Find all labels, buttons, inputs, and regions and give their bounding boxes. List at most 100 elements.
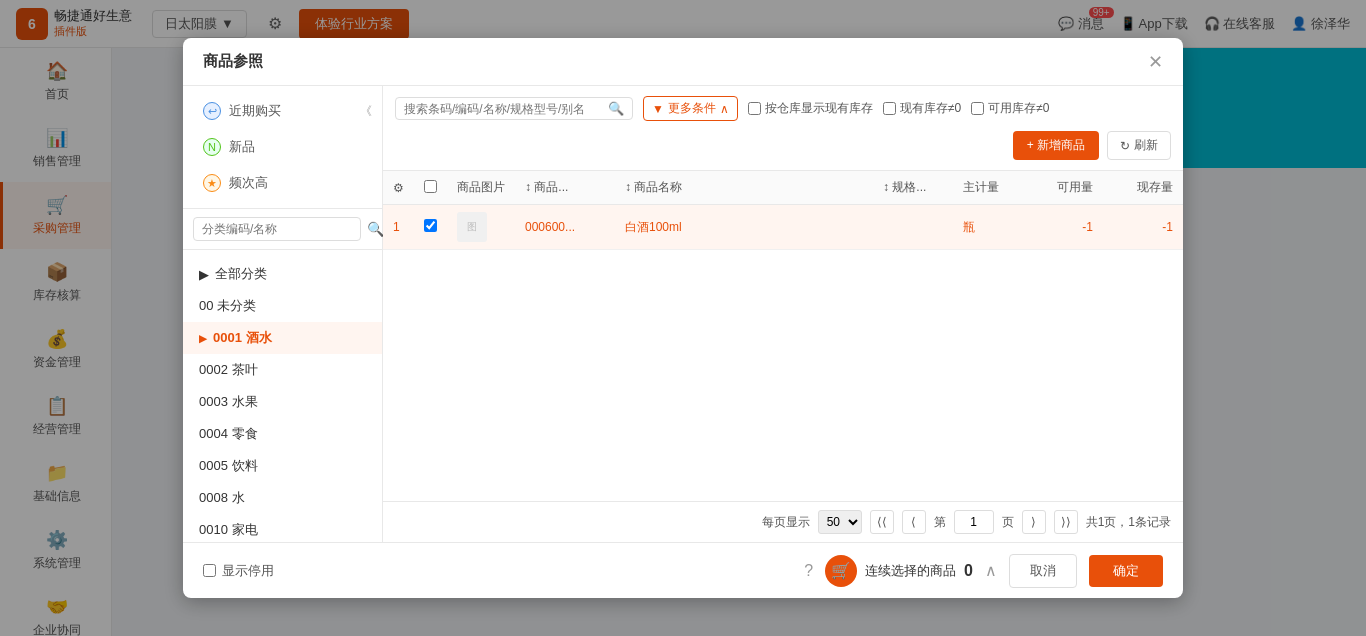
row-checkbox[interactable] bbox=[424, 219, 437, 232]
row-checkbox-cell bbox=[414, 205, 447, 250]
category-label: 0005 饮料 bbox=[199, 457, 258, 475]
page-number-input[interactable] bbox=[954, 510, 994, 534]
quick-item-recent[interactable]: ↩ 近期购买 bbox=[193, 96, 291, 126]
quick-item-frequent[interactable]: ★ 频次高 bbox=[193, 168, 372, 198]
toolbar-right: + 新增商品 ↻ 刷新 bbox=[1013, 131, 1171, 160]
product-search-bar: 🔍 bbox=[395, 97, 633, 120]
page-label-end: 页 bbox=[1002, 514, 1014, 531]
category-item-00[interactable]: 00 未分类 bbox=[183, 290, 382, 322]
more-filter-button[interactable]: ▼ 更多条件 ∧ bbox=[643, 96, 738, 121]
cancel-button[interactable]: 取消 bbox=[1009, 554, 1077, 588]
check-label: 现有库存≠0 bbox=[900, 100, 961, 117]
modal-overlay: 商品参照 ✕ ↩ 近期购买 《 N 新品 bbox=[0, 0, 1366, 636]
category-item-0010[interactable]: 0010 家电 bbox=[183, 514, 382, 542]
cart-count: 0 bbox=[964, 562, 973, 580]
category-item-0008[interactable]: 0008 水 bbox=[183, 482, 382, 514]
sort-icon: ↕ bbox=[525, 180, 531, 194]
quick-item-label: 近期购买 bbox=[229, 102, 281, 120]
cart-button[interactable]: 🛒 bbox=[825, 555, 857, 587]
prev-page-button[interactable]: ⟨ bbox=[902, 510, 926, 534]
check-nonzero-stock[interactable]: 现有库存≠0 bbox=[883, 100, 961, 117]
checkbox-warehouse[interactable] bbox=[748, 102, 761, 115]
page-label: 第 bbox=[934, 514, 946, 531]
first-page-button[interactable]: ⟨⟨ bbox=[870, 510, 894, 534]
new-icon: N bbox=[203, 138, 221, 156]
search-icon[interactable]: 🔍 bbox=[608, 101, 624, 116]
category-item-0001[interactable]: ▶ 0001 酒水 bbox=[183, 322, 382, 354]
modal-footer: 显示停用 ? 🛒 连续选择的商品 0 ∧ 取消 确定 bbox=[183, 542, 1183, 598]
row-unit: 瓶 bbox=[953, 205, 1023, 250]
last-page-button[interactable]: ⟩⟩ bbox=[1054, 510, 1078, 534]
collapse-panel-button[interactable]: 《 bbox=[360, 103, 372, 120]
display-disabled-label: 显示停用 bbox=[222, 562, 274, 580]
left-panel: ↩ 近期购买 《 N 新品 ★ 频次高 bbox=[183, 86, 383, 542]
category-item-all[interactable]: ▶ 全部分类 bbox=[183, 258, 382, 290]
per-page-label: 每页显示 bbox=[762, 514, 810, 531]
col-unit-header: 主计量 bbox=[953, 171, 1023, 205]
category-search-icon[interactable]: 🔍 bbox=[367, 221, 384, 237]
modal-title: 商品参照 bbox=[203, 52, 263, 71]
per-page-select[interactable]: 50 bbox=[818, 510, 862, 534]
refresh-icon: ↻ bbox=[1120, 139, 1130, 153]
collapse-footer-button[interactable]: ∧ bbox=[985, 561, 997, 580]
cart-area: 🛒 连续选择的商品 0 bbox=[825, 555, 973, 587]
product-table: ⚙ 商品图片 ↕ 商品... ↕ bbox=[383, 171, 1183, 250]
modal-body: ↩ 近期购买 《 N 新品 ★ 频次高 bbox=[183, 86, 1183, 542]
add-product-button[interactable]: + 新增商品 bbox=[1013, 131, 1099, 160]
recent-icon: ↩ bbox=[203, 102, 221, 120]
check-label: 按仓库显示现有库存 bbox=[765, 100, 873, 117]
category-search-row: 🔍 bbox=[183, 209, 382, 250]
check-label: 可用库存≠0 bbox=[988, 100, 1049, 117]
col-setting: ⚙ bbox=[383, 171, 414, 205]
quick-filters: ↩ 近期购买 《 N 新品 ★ 频次高 bbox=[183, 86, 382, 209]
modal-close-button[interactable]: ✕ bbox=[1148, 51, 1163, 73]
filter-label: 更多条件 bbox=[668, 100, 716, 117]
row-img-cell: 图 bbox=[447, 205, 515, 250]
category-label: 0002 茶叶 bbox=[199, 361, 258, 379]
category-item-0004[interactable]: 0004 零食 bbox=[183, 418, 382, 450]
col-spec-header[interactable]: ↕ 规格... bbox=[873, 171, 953, 205]
select-all-checkbox[interactable] bbox=[424, 180, 437, 193]
toolbar: 🔍 ▼ 更多条件 ∧ 按仓库显示现有库存 现有库存≠0 bbox=[383, 86, 1183, 171]
footer-center: ? 🛒 连续选择的商品 0 ∧ bbox=[804, 555, 997, 587]
row-name: 白酒100ml bbox=[615, 205, 873, 250]
sort-icon: ↕ bbox=[883, 180, 889, 194]
category-item-0005[interactable]: 0005 饮料 bbox=[183, 450, 382, 482]
product-image: 图 bbox=[457, 212, 487, 242]
checkbox-available[interactable] bbox=[971, 102, 984, 115]
confirm-button[interactable]: 确定 bbox=[1089, 555, 1163, 587]
cart-label: 连续选择的商品 bbox=[865, 562, 956, 580]
col-code-header[interactable]: ↕ 商品... bbox=[515, 171, 615, 205]
product-reference-modal: 商品参照 ✕ ↩ 近期购买 《 N 新品 bbox=[183, 38, 1183, 598]
filter-icon: ▼ bbox=[652, 102, 664, 116]
help-icon[interactable]: ? bbox=[804, 562, 813, 580]
display-disabled-checkbox[interactable] bbox=[203, 564, 216, 577]
category-label: 0008 水 bbox=[199, 489, 245, 507]
refresh-button[interactable]: ↻ 刷新 bbox=[1107, 131, 1171, 160]
arrow-icon: ▶ bbox=[199, 267, 209, 282]
col-avail-header: 可用量 bbox=[1023, 171, 1103, 205]
modal-header: 商品参照 ✕ bbox=[183, 38, 1183, 86]
category-label: 0010 家电 bbox=[199, 521, 258, 539]
next-page-button[interactable]: ⟩ bbox=[1022, 510, 1046, 534]
category-label: 00 未分类 bbox=[199, 297, 256, 315]
check-available-stock[interactable]: 可用库存≠0 bbox=[971, 100, 1049, 117]
checkbox-nonzero[interactable] bbox=[883, 102, 896, 115]
quick-item-new[interactable]: N 新品 bbox=[193, 132, 372, 162]
col-checkbox bbox=[414, 171, 447, 205]
col-name-header[interactable]: ↕ 商品名称 bbox=[615, 171, 873, 205]
refresh-label: 刷新 bbox=[1134, 137, 1158, 154]
table-row[interactable]: 1 图 000600... bbox=[383, 205, 1183, 250]
row-spec bbox=[873, 205, 953, 250]
quick-item-label: 频次高 bbox=[229, 174, 268, 192]
product-search-input[interactable] bbox=[404, 102, 604, 116]
row-avail: -1 bbox=[1023, 205, 1103, 250]
category-item-0003[interactable]: 0003 水果 bbox=[183, 386, 382, 418]
row-setting: 1 bbox=[383, 205, 414, 250]
pagination: 每页显示 50 ⟨⟨ ⟨ 第 页 ⟩ ⟩⟩ 共1页，1条记录 bbox=[383, 501, 1183, 542]
category-label: 0004 零食 bbox=[199, 425, 258, 443]
check-warehouse-stock[interactable]: 按仓库显示现有库存 bbox=[748, 100, 873, 117]
sort-icon: ↕ bbox=[625, 180, 631, 194]
category-search-input[interactable] bbox=[193, 217, 361, 241]
category-item-0002[interactable]: 0002 茶叶 bbox=[183, 354, 382, 386]
